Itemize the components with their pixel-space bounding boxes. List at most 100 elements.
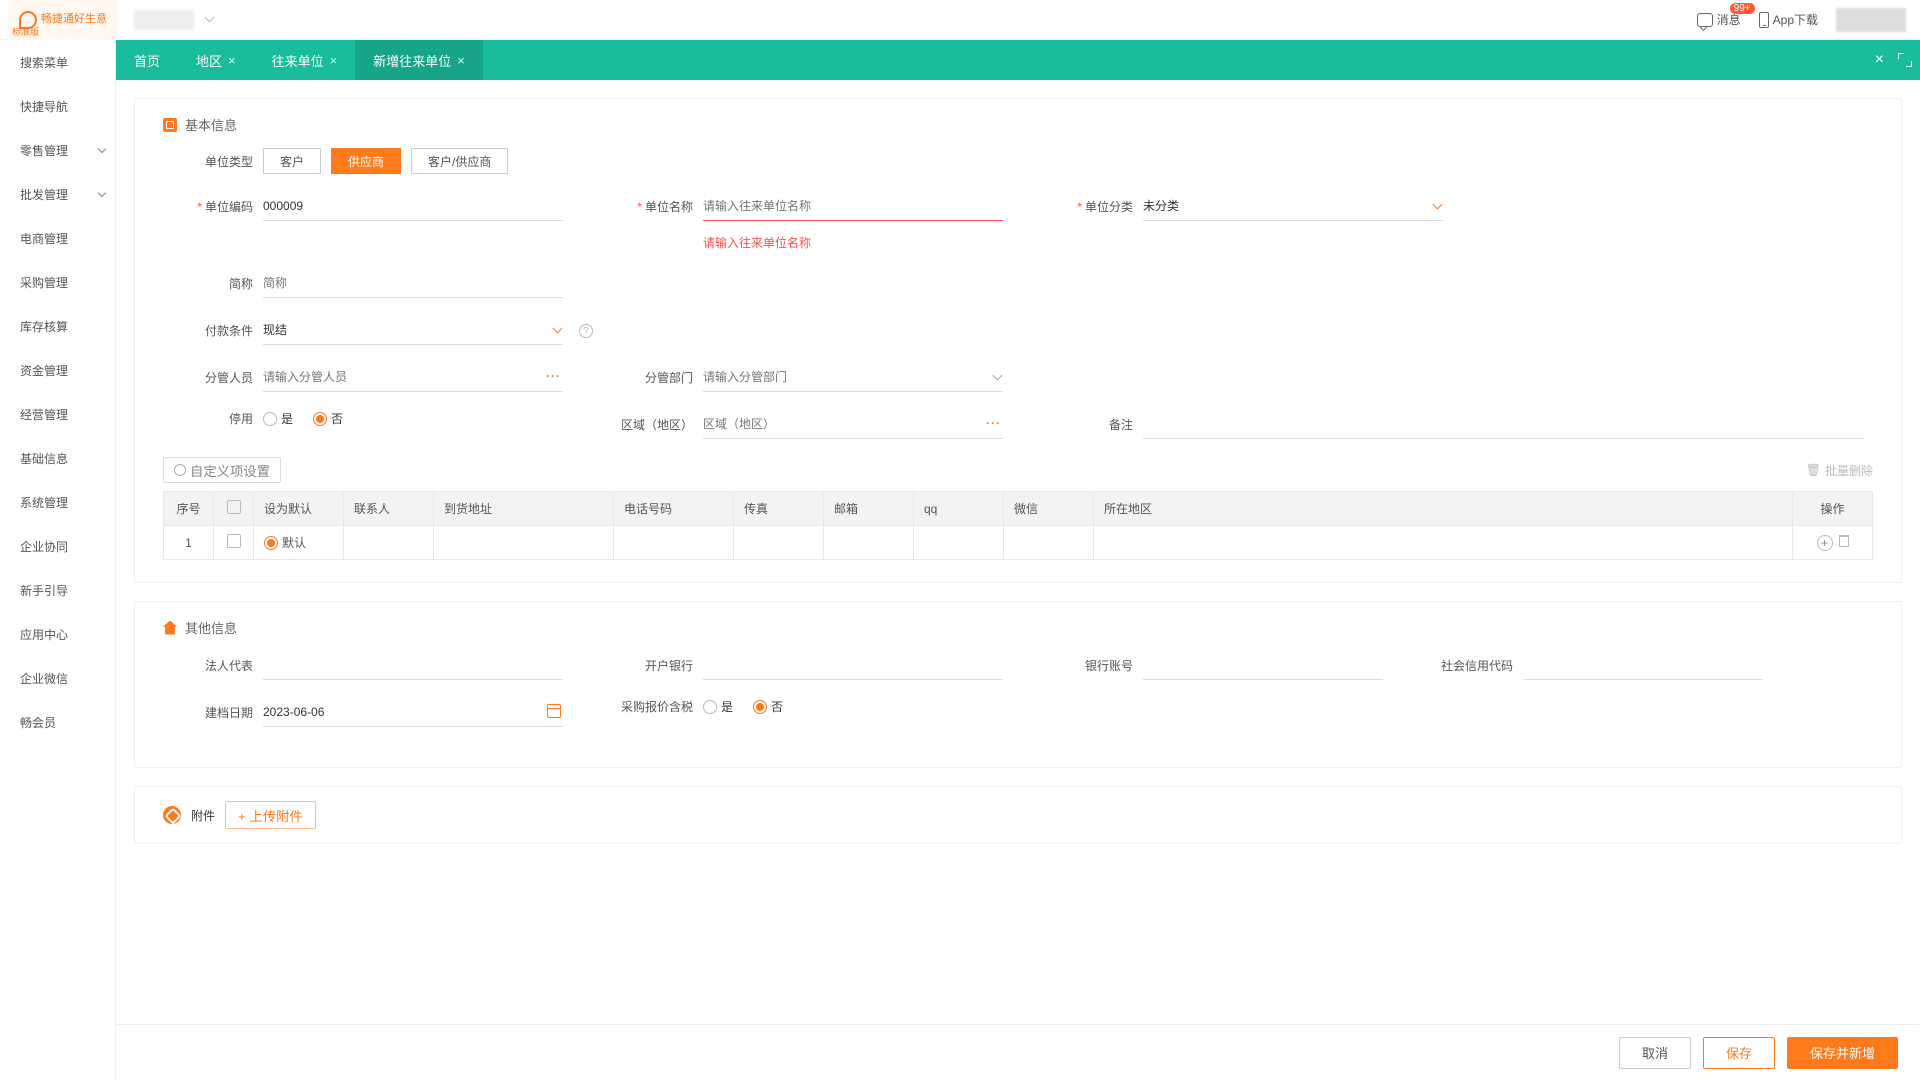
unit-category-select[interactable]: 未分类 bbox=[1143, 192, 1443, 220]
tab[interactable]: 新增往来单位 × bbox=[355, 40, 483, 80]
trash-icon: 🗑 bbox=[1806, 463, 1821, 477]
tenant-selector[interactable] bbox=[118, 0, 288, 40]
sidebar-item[interactable]: 应用中心 bbox=[0, 612, 115, 656]
open-bank-label: 开户银行 bbox=[603, 657, 693, 674]
header-right-area: 消息 99+ App下载 bbox=[1697, 8, 1912, 32]
purchase-tax-no-radio[interactable]: 否 bbox=[753, 698, 783, 715]
default-radio[interactable]: 默认 bbox=[264, 534, 333, 551]
unit-name-label: 单位名称 bbox=[603, 198, 693, 215]
sidebar-item[interactable]: 采购管理 bbox=[0, 260, 115, 304]
unit-type-segment: 客户供应商客户/供应商 bbox=[263, 148, 508, 174]
sidebar-item[interactable]: 零售管理 bbox=[0, 128, 115, 172]
open-bank-input[interactable] bbox=[703, 651, 1003, 679]
add-row-button[interactable]: + bbox=[1817, 535, 1833, 551]
owner-label: 分管人员 bbox=[163, 369, 253, 386]
disabled-no-radio[interactable]: 否 bbox=[313, 410, 343, 427]
sidebar-item[interactable]: 基础信息 bbox=[0, 436, 115, 480]
table-cell[interactable]: + bbox=[1793, 526, 1873, 560]
tab-label: 新增往来单位 bbox=[373, 51, 451, 70]
table-cell[interactable] bbox=[824, 526, 914, 560]
sidebar-item[interactable]: 批发管理 bbox=[0, 172, 115, 216]
social-credit-input[interactable] bbox=[1523, 651, 1763, 679]
brand-logo-box[interactable]: 畅捷通好生意 标准版 bbox=[8, 0, 118, 40]
tab-close-icon[interactable]: × bbox=[457, 53, 465, 68]
unit-type-option[interactable]: 客户 bbox=[263, 148, 321, 174]
disabled-yes-radio[interactable]: 是 bbox=[263, 410, 293, 427]
unit-code-input[interactable] bbox=[263, 192, 563, 220]
unit-type-label: 单位类型 bbox=[163, 153, 253, 170]
table-header: 设为默认 bbox=[254, 492, 344, 526]
sidebar-item[interactable]: 电商管理 bbox=[0, 216, 115, 260]
chevron-down-icon bbox=[205, 13, 215, 23]
table-cell[interactable] bbox=[344, 526, 434, 560]
disabled-label: 停用 bbox=[163, 410, 253, 427]
region-input[interactable] bbox=[703, 410, 1003, 438]
table-cell[interactable] bbox=[914, 526, 1004, 560]
bank-acct-label: 银行账号 bbox=[1043, 657, 1133, 674]
table-header: 联系人 bbox=[344, 492, 434, 526]
table-cell[interactable]: 默认 bbox=[254, 526, 344, 560]
sidebar-item[interactable]: 库存核算 bbox=[0, 304, 115, 348]
pay-terms-select[interactable]: 现结 bbox=[263, 316, 563, 344]
select-all-checkbox[interactable] bbox=[227, 500, 241, 514]
page-add-contact-unit: 基本信息 单位类型 客户供应商客户/供应商 单位编码 bbox=[116, 80, 1920, 1080]
tab-close-icon[interactable]: × bbox=[228, 53, 236, 68]
sidebar-item[interactable]: 搜索菜单 bbox=[0, 40, 115, 84]
legal-rep-input[interactable] bbox=[263, 651, 563, 679]
sidebar-item[interactable]: 系统管理 bbox=[0, 480, 115, 524]
table-cell[interactable] bbox=[434, 526, 614, 560]
bank-acct-input[interactable] bbox=[1143, 651, 1383, 679]
unit-type-option[interactable]: 客户/供应商 bbox=[411, 148, 508, 174]
page-footer: 取消 保存 保存并新增 bbox=[116, 1024, 1920, 1080]
table-cell[interactable] bbox=[1094, 526, 1793, 560]
table-cell[interactable] bbox=[734, 526, 824, 560]
batch-delete-button[interactable]: 🗑 批量删除 bbox=[1806, 462, 1873, 479]
sidebar-item[interactable]: 资金管理 bbox=[0, 348, 115, 392]
save-and-add-button[interactable]: 保存并新增 bbox=[1787, 1037, 1898, 1069]
table-cell[interactable] bbox=[1004, 526, 1094, 560]
create-date-input[interactable] bbox=[263, 698, 563, 726]
unit-name-input[interactable] bbox=[703, 192, 1003, 220]
picker-icon[interactable]: ··· bbox=[986, 416, 1001, 430]
delete-row-button[interactable] bbox=[1839, 535, 1849, 547]
dept-input[interactable] bbox=[703, 363, 1003, 391]
sidebar-item[interactable]: 企业微信 bbox=[0, 656, 115, 700]
tab-label: 地区 bbox=[196, 51, 222, 70]
sidebar-item[interactable]: 快捷导航 bbox=[0, 84, 115, 128]
tab[interactable]: 首页 bbox=[116, 40, 178, 80]
table-cell[interactable] bbox=[614, 526, 734, 560]
section-other-title: 其他信息 bbox=[185, 618, 237, 637]
upload-attachment-button[interactable]: + 上传附件 bbox=[225, 801, 316, 829]
fullscreen-icon[interactable] bbox=[1898, 53, 1912, 67]
user-avatar[interactable] bbox=[1836, 8, 1906, 32]
tab[interactable]: 往来单位× bbox=[254, 40, 356, 80]
save-button[interactable]: 保存 bbox=[1703, 1037, 1775, 1069]
messages-button[interactable]: 消息 99+ bbox=[1697, 11, 1741, 28]
sidebar-item[interactable]: 新手引导 bbox=[0, 568, 115, 612]
cancel-button[interactable]: 取消 bbox=[1619, 1037, 1691, 1069]
picker-icon[interactable]: ··· bbox=[546, 369, 561, 383]
sidebar-item[interactable]: 企业协同 bbox=[0, 524, 115, 568]
close-icon[interactable]: × bbox=[1875, 51, 1884, 69]
tab-close-icon[interactable]: × bbox=[330, 53, 338, 68]
sidebar: 搜索菜单快捷导航零售管理批发管理电商管理采购管理库存核算资金管理经营管理基础信息… bbox=[0, 40, 116, 1080]
calendar-icon[interactable] bbox=[547, 704, 561, 718]
app-download-button[interactable]: App下载 bbox=[1759, 11, 1818, 28]
abbr-input[interactable] bbox=[263, 269, 563, 297]
app-header: 畅捷通好生意 标准版 消息 99+ App下载 bbox=[0, 0, 1920, 40]
sidebar-item[interactable]: 畅会员 bbox=[0, 700, 115, 744]
purchase-tax-yes-radio[interactable]: 是 bbox=[703, 698, 733, 715]
custom-fields-button[interactable]: 自定义项设置 bbox=[163, 457, 281, 483]
row-checkbox[interactable] bbox=[227, 534, 241, 548]
tab[interactable]: 地区 × bbox=[178, 40, 254, 80]
unit-type-option[interactable]: 供应商 bbox=[331, 148, 401, 174]
legal-rep-label: 法人代表 bbox=[163, 657, 253, 674]
help-icon[interactable]: ? bbox=[579, 324, 593, 338]
table-header: 微信 bbox=[1004, 492, 1094, 526]
owner-input[interactable] bbox=[263, 363, 563, 391]
sidebar-item[interactable]: 经营管理 bbox=[0, 392, 115, 436]
dept-label: 分管部门 bbox=[603, 369, 693, 386]
remark-input[interactable] bbox=[1143, 410, 1863, 438]
tab-bar-actions: × bbox=[1875, 40, 1912, 80]
table-cell[interactable] bbox=[214, 526, 254, 560]
